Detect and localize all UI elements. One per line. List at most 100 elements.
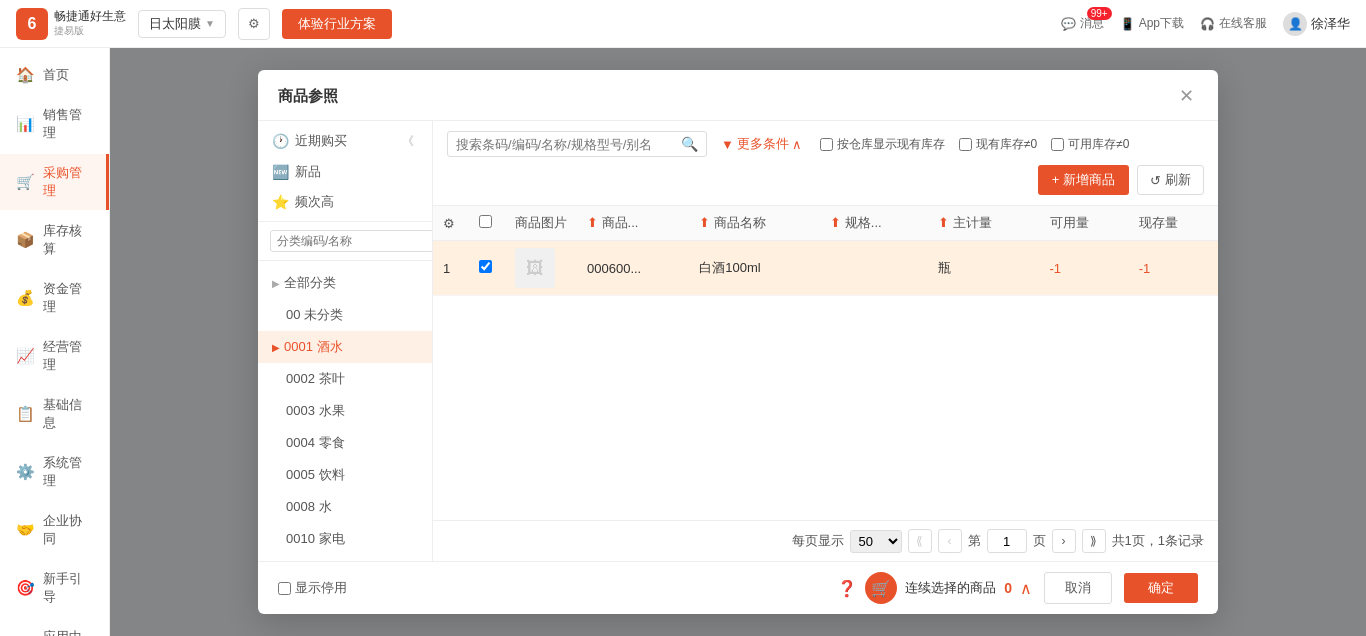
finance-icon: 💰 xyxy=(16,289,35,307)
cat-item-00[interactable]: 00 未分类 xyxy=(258,299,432,331)
select-all-header[interactable] xyxy=(469,206,505,241)
cat-item-0004[interactable]: 0004 零食 xyxy=(258,427,432,459)
page-label: 第 xyxy=(968,532,981,550)
add-product-button[interactable]: + 新增商品 xyxy=(1038,165,1129,195)
stock-nonzero-checkbox[interactable] xyxy=(959,138,972,151)
cat-item-0002[interactable]: 0002 茶叶 xyxy=(258,363,432,395)
sidebar-item-guide[interactable]: 🎯 新手引导 xyxy=(0,560,109,616)
cart-button[interactable]: 🛒 xyxy=(865,572,897,604)
sidebar-item-sales[interactable]: 📊 销售管理 xyxy=(0,96,109,152)
settings-button[interactable]: ⚙ xyxy=(238,8,270,40)
warehouse-checkbox[interactable] xyxy=(820,138,833,151)
more-filter-button[interactable]: ▼ 更多条件 ∧ xyxy=(715,132,808,156)
panel-collapse-icon[interactable]: 《 xyxy=(398,131,418,151)
sidebar-label-enterprise: 企业协同 xyxy=(43,512,93,548)
customer-service-button[interactable]: 🎧 在线客服 xyxy=(1200,15,1267,32)
username: 徐泽华 xyxy=(1311,15,1350,33)
unit-header[interactable]: ⬆ 主计量 xyxy=(928,206,1039,241)
logo-text: 畅捷通好生意 xyxy=(54,9,126,25)
recent-icon: 🕐 xyxy=(272,133,289,149)
quick-filters: 🕐 近期购买 《 🆕 新品 ⭐ 频次高 xyxy=(258,121,432,222)
category-search-input[interactable] xyxy=(270,230,433,252)
cat-item-0005[interactable]: 0005 饮料 xyxy=(258,459,432,491)
name-header[interactable]: ⬆ 商品名称 xyxy=(689,206,820,241)
sidebar-item-system[interactable]: ⚙️ 系统管理 xyxy=(0,444,109,500)
arrow-open-icon: ▶ xyxy=(272,342,280,353)
available-header[interactable]: 可用量 xyxy=(1040,206,1129,241)
checkbox-stock-nonzero[interactable]: 现有库存≠0 xyxy=(959,136,1037,153)
sidebar-item-finance[interactable]: 💰 资金管理 xyxy=(0,270,109,326)
sidebar-item-basic[interactable]: 📋 基础信息 xyxy=(0,386,109,442)
logo-sub: 捷易版 xyxy=(54,24,126,38)
filter-frequent[interactable]: ⭐ 频次高 xyxy=(258,187,432,217)
category-filter-row: 🔍 xyxy=(258,222,432,261)
select-all-checkbox[interactable] xyxy=(479,215,492,228)
sidebar-item-purchase[interactable]: 🛒 采购管理 xyxy=(0,154,109,210)
per-page-select[interactable]: 50 100 200 xyxy=(850,530,902,553)
sidebar-label-inventory: 库存核算 xyxy=(43,222,93,258)
search-input-wrap: 🔍 xyxy=(447,131,707,157)
last-page-button[interactable]: ⟫ xyxy=(1082,529,1106,553)
content-panel: 🔍 ▼ 更多条件 ∧ 按仓库显示现有库存 xyxy=(433,121,1218,561)
search-icon[interactable]: 🔍 xyxy=(681,136,698,152)
row-available: -1 xyxy=(1040,241,1129,296)
checkbox-warehouse[interactable]: 按仓库显示现有库存 xyxy=(820,136,945,153)
sidebar-item-appcenter[interactable]: 📱 应用中心 xyxy=(0,618,109,636)
confirm-button[interactable]: 确定 xyxy=(1124,573,1198,603)
cat-item-all[interactable]: ▶ 全部分类 xyxy=(258,267,432,299)
new-icon: 🆕 xyxy=(272,164,289,180)
user-button[interactable]: 👤 徐泽华 xyxy=(1283,12,1350,36)
filter-new[interactable]: 🆕 新品 xyxy=(258,157,432,187)
page-content: 商品参照 ✕ 🕐 近期购买 《 xyxy=(110,48,1366,636)
action-btns: + 新增商品 ↺ 刷新 xyxy=(1038,165,1204,195)
row-checkbox[interactable] xyxy=(479,260,492,273)
store-selector[interactable]: 日太阳膜 ▼ xyxy=(138,10,226,38)
cat-item-0001[interactable]: ▶ 0001 酒水 xyxy=(258,331,432,363)
sidebar-label-guide: 新手引导 xyxy=(43,570,93,606)
modal-overlay: 商品参照 ✕ 🕐 近期购买 《 xyxy=(110,48,1366,636)
product-search-input[interactable] xyxy=(456,137,681,152)
cat-item-0003[interactable]: 0003 水果 xyxy=(258,395,432,427)
sidebar-item-enterprise[interactable]: 🤝 企业协同 xyxy=(0,502,109,558)
page-number-input[interactable] xyxy=(987,529,1027,553)
message-icon: 💬 xyxy=(1061,17,1076,31)
refresh-button[interactable]: ↺ 刷新 xyxy=(1137,165,1204,195)
help-icon[interactable]: ❓ xyxy=(837,579,857,598)
filter-recent[interactable]: 🕐 近期购买 《 xyxy=(258,125,432,157)
cat-item-0010[interactable]: 0010 家电 xyxy=(258,523,432,555)
avatar: 👤 xyxy=(1283,12,1307,36)
cat-item-0008[interactable]: 0008 水 xyxy=(258,491,432,523)
trial-button[interactable]: 体验行业方案 xyxy=(282,9,392,39)
show-disabled-checkbox[interactable] xyxy=(278,582,291,595)
prev-page-button[interactable]: ‹ xyxy=(938,529,962,553)
pagination-bar: 每页显示 50 100 200 ⟪ ‹ 第 页 › xyxy=(433,520,1218,561)
collapse-cart-button[interactable]: ∧ xyxy=(1020,579,1032,598)
sidebar-item-home[interactable]: 🏠 首页 xyxy=(0,56,109,94)
available-nonzero-checkbox[interactable] xyxy=(1051,138,1064,151)
row-checkbox-cell[interactable] xyxy=(469,241,505,296)
checkbox-available-nonzero[interactable]: 可用库存≠0 xyxy=(1051,136,1129,153)
table-row[interactable]: 1 🖼 000600... 白酒100ml xyxy=(433,241,1218,296)
cancel-button[interactable]: 取消 xyxy=(1044,572,1112,604)
sidebar-item-operation[interactable]: 📈 经营管理 xyxy=(0,328,109,384)
show-disabled-label[interactable]: 显示停用 xyxy=(278,579,347,597)
sidebar-item-inventory[interactable]: 📦 库存核算 xyxy=(0,212,109,268)
category-panel: 🕐 近期购买 《 🆕 新品 ⭐ 频次高 xyxy=(258,121,433,561)
app-download-button[interactable]: 📱 App下载 xyxy=(1120,15,1184,32)
code-header[interactable]: ⬆ 商品... xyxy=(577,206,689,241)
close-button[interactable]: ✕ xyxy=(1174,84,1198,108)
sidebar-label-finance: 资金管理 xyxy=(43,280,93,316)
next-page-button[interactable]: › xyxy=(1052,529,1076,553)
sidebar-label-appcenter: 应用中心 xyxy=(43,628,93,636)
first-page-button[interactable]: ⟪ xyxy=(908,529,932,553)
settings-header[interactable]: ⚙ xyxy=(433,206,469,241)
guide-icon: 🎯 xyxy=(16,579,35,597)
message-button[interactable]: 💬 消息 99+ xyxy=(1061,15,1104,32)
logo-area: 6 畅捷通好生意 捷易版 xyxy=(16,8,126,40)
row-code: 000600... xyxy=(577,241,689,296)
product-reference-modal: 商品参照 ✕ 🕐 近期购买 《 xyxy=(258,70,1218,614)
spec-header[interactable]: ⬆ 规格... xyxy=(820,206,928,241)
sidebar-label-basic: 基础信息 xyxy=(43,396,93,432)
cart-label: 连续选择的商品 xyxy=(905,579,996,597)
product-table: ⚙ 商品图片 ⬆ 商品... xyxy=(433,206,1218,296)
